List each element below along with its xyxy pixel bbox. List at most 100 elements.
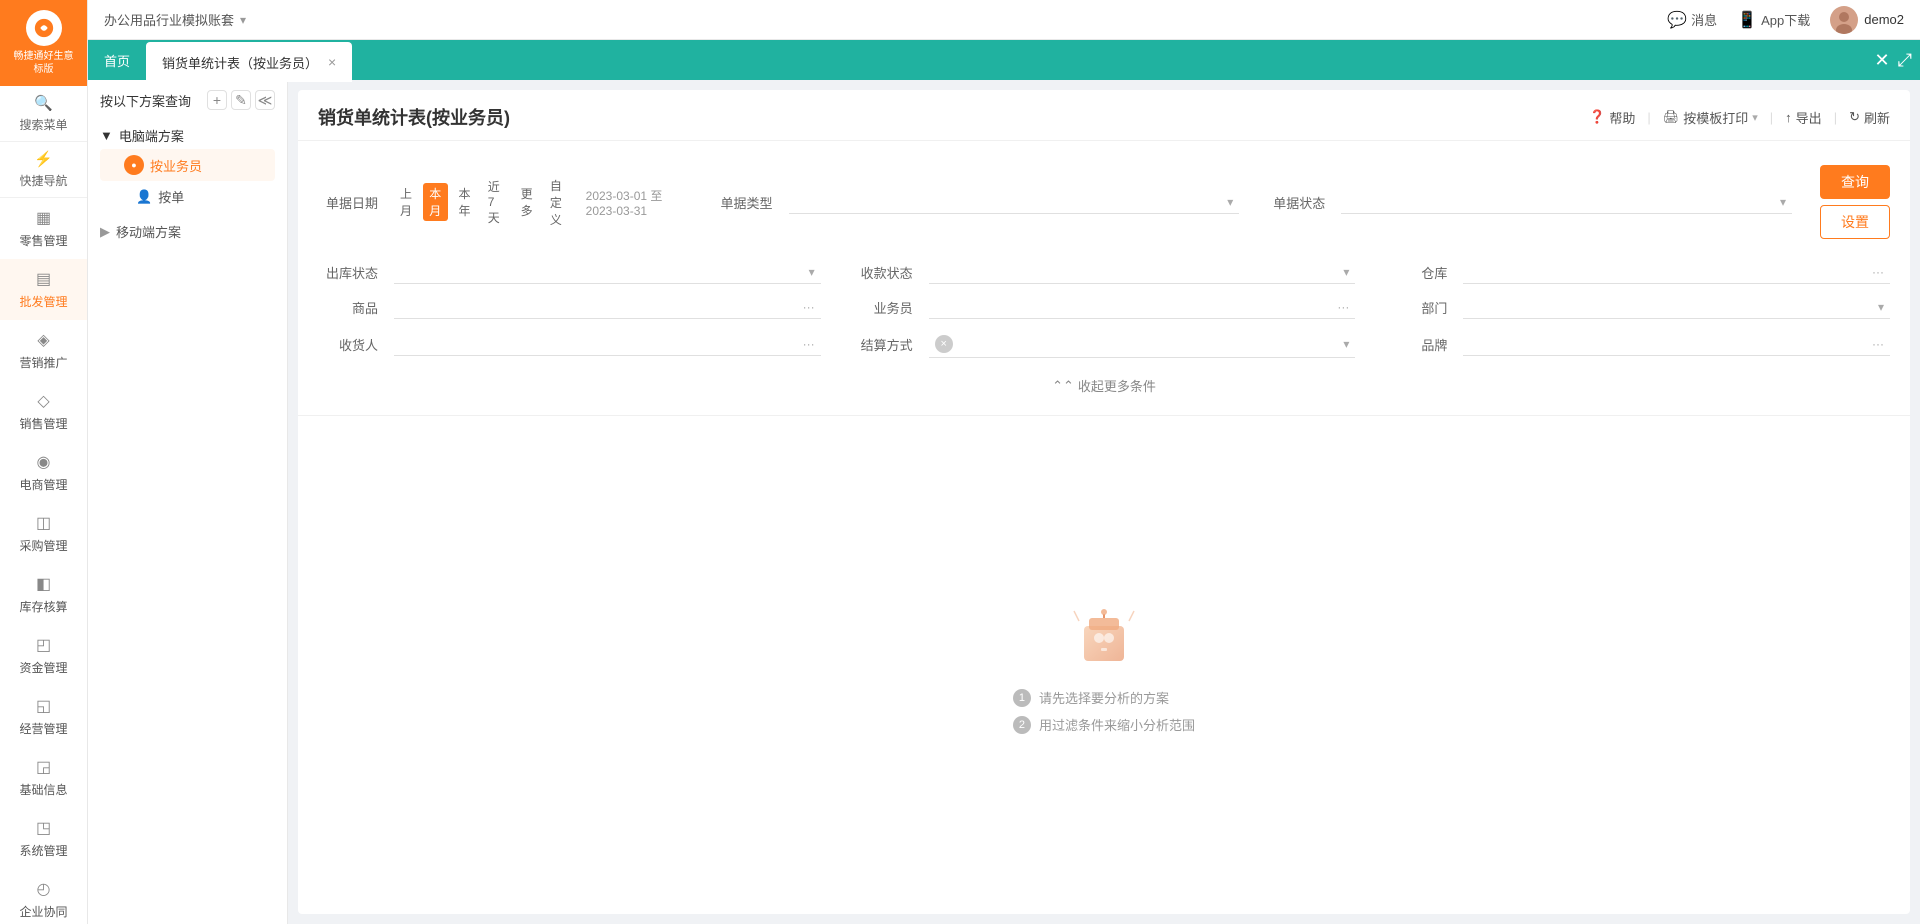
collapse-icon: ≪ xyxy=(258,92,273,109)
payment-select[interactable]: × ▾ xyxy=(929,331,1356,358)
date-tab-custom[interactable]: 自定义 xyxy=(544,175,576,230)
left-panel-title: 按以下方案查询 xyxy=(100,91,191,110)
goods-label: 商品 xyxy=(318,298,378,317)
message-button[interactable]: 💬 消息 xyxy=(1667,10,1717,30)
sidebar-item-enterprise[interactable]: ◴ 企业协同 xyxy=(0,869,87,924)
tab-maximize-icon[interactable]: ⤢ xyxy=(1898,50,1912,71)
staff-select[interactable]: ··· xyxy=(929,296,1356,319)
hint-num-2: 2 xyxy=(1013,716,1031,734)
mobile-schema-label: 移动端方案 xyxy=(116,222,181,241)
refresh-button[interactable]: ↻ 刷新 xyxy=(1849,108,1890,127)
receiver-label: 收货人 xyxy=(318,335,378,354)
help-button[interactable]: ❓ 帮助 xyxy=(1589,108,1635,127)
topbar-right: 💬 消息 📱 App下载 demo2 xyxy=(1667,6,1904,34)
app-icon: 📱 xyxy=(1737,10,1757,30)
sidebar-item-inventory[interactable]: ◧ 库存核算 xyxy=(0,564,87,625)
sidebar-label-retail: 零售管理 xyxy=(19,232,67,249)
sidebar-logo[interactable]: 畅捷通好生意 标版 xyxy=(0,0,87,86)
date-tab-7days[interactable]: 近7天 xyxy=(482,176,511,228)
status-select[interactable]: ▾ xyxy=(1341,191,1792,214)
refresh-label: 刷新 xyxy=(1864,108,1890,127)
sidebar-item-finance[interactable]: ◰ 资金管理 xyxy=(0,625,87,686)
help-icon: ❓ xyxy=(1589,109,1605,125)
pay-status-select[interactable]: ▾ xyxy=(929,261,1356,284)
desktop-schema-header[interactable]: ▼ 电脑端方案 xyxy=(100,122,275,149)
payment-clear-icon[interactable]: × xyxy=(935,335,953,353)
receiver-select[interactable]: ··· xyxy=(394,333,821,356)
sidebar-search-label: 搜索菜单 xyxy=(19,116,67,133)
app-download-button[interactable]: 📱 App下载 xyxy=(1737,10,1810,30)
out-status-select[interactable]: ▾ xyxy=(394,261,821,284)
goods-select[interactable]: ··· xyxy=(394,296,821,319)
empty-illustration xyxy=(1064,596,1144,676)
sidebar-item-system[interactable]: ◳ 系统管理 xyxy=(0,808,87,869)
filter-row-3: 商品 ··· 业务员 ··· 部门 ▾ xyxy=(318,296,1890,319)
sidebar-search[interactable]: 🔍 搜索菜单 xyxy=(0,86,87,142)
user-menu[interactable]: demo2 xyxy=(1830,6,1904,34)
sidebar-item-sales[interactable]: ◇ 销售管理 xyxy=(0,381,87,442)
brand-more-icon[interactable]: ··· xyxy=(1872,337,1884,351)
print-button[interactable]: 🖨 按模板打印 ▾ xyxy=(1663,108,1758,127)
pay-arrow-icon: ▾ xyxy=(1343,265,1349,279)
refresh-icon: ↻ xyxy=(1849,109,1860,125)
sidebar-icon-operation: ◱ xyxy=(34,696,54,716)
sidebar-item-wholesale[interactable]: ▤ 批发管理 xyxy=(0,259,87,320)
sidebar: 畅捷通好生意 标版 🔍 搜索菜单 ⚡ 快捷导航 ▦ 零售管理 ▤ 批发管理 ◈ … xyxy=(0,0,88,924)
sidebar-item-purchase[interactable]: ◫ 采购管理 xyxy=(0,503,87,564)
sidebar-label-finance: 资金管理 xyxy=(19,659,67,676)
tab-close-window-icon[interactable]: ✕ xyxy=(1875,50,1890,71)
topbar-arrow-icon[interactable]: ▾ xyxy=(240,13,246,27)
sidebar-menu: ▦ 零售管理 ▤ 批发管理 ◈ 营销推广 ◇ 销售管理 ◉ 电商管理 ◫ 采购管… xyxy=(0,198,87,924)
collapse-button[interactable]: ⌃⌃ 收起更多条件 xyxy=(318,370,1890,401)
sidebar-icon-basic: ◲ xyxy=(34,757,54,777)
sidebar-icon-enterprise: ◴ xyxy=(34,879,54,899)
dept-select[interactable]: ▾ xyxy=(1463,296,1890,319)
edit-icon: ✎ xyxy=(235,92,247,109)
payment-arrow-icon: ▾ xyxy=(1343,337,1349,351)
export-icon: ↑ xyxy=(1785,110,1792,125)
search-button[interactable]: 查询 xyxy=(1820,165,1890,199)
receiver-more-icon[interactable]: ··· xyxy=(803,337,815,351)
collapse-panel-button[interactable]: ≪ xyxy=(255,90,275,110)
warehouse-select[interactable]: ··· xyxy=(1463,261,1890,284)
page-content: 按以下方案查询 + ✎ ≪ ▼ 电脑端方案 xyxy=(88,80,1920,924)
sidebar-item-operation[interactable]: ◱ 经营管理 xyxy=(0,686,87,747)
empty-hint-2: 2 用过滤条件来缩小分析范围 xyxy=(1013,715,1195,734)
date-tab-this-year[interactable]: 本年 xyxy=(452,183,477,221)
sidebar-label-system: 系统管理 xyxy=(19,842,67,859)
date-tab-this-month[interactable]: 本月 xyxy=(423,183,448,221)
sidebar-item-basic[interactable]: ◲ 基础信息 xyxy=(0,747,87,808)
schema-item-by-staff[interactable]: ● 按业务员 xyxy=(100,149,275,181)
edit-schema-button[interactable]: ✎ xyxy=(231,90,251,110)
tab-home-label: 首页 xyxy=(104,51,130,70)
filter-row-2: 出库状态 ▾ 收款状态 ▾ 仓库 ··· xyxy=(318,261,1890,284)
divider2: | xyxy=(1770,110,1773,125)
type-select[interactable]: ▾ xyxy=(789,191,1240,214)
filter-row-1: 单据日期 上月 本月 本年 近7天 更多 自定义 2023-03-01 至 20… xyxy=(318,155,1890,249)
status-label: 单据状态 xyxy=(1255,193,1325,212)
staff-label: 业务员 xyxy=(853,298,913,317)
brand-select[interactable]: ··· xyxy=(1463,333,1890,356)
tab-sales-stat-label: 销货单统计表（按业务员） xyxy=(162,53,318,72)
sidebar-shortcut[interactable]: ⚡ 快捷导航 xyxy=(0,142,87,198)
sidebar-item-ecom[interactable]: ◉ 电商管理 xyxy=(0,442,87,503)
mobile-schema-section[interactable]: ▶ 移动端方案 xyxy=(88,216,287,247)
mobile-arrow-icon: ▶ xyxy=(100,224,110,240)
sidebar-item-retail[interactable]: ▦ 零售管理 xyxy=(0,198,87,259)
tab-home[interactable]: 首页 xyxy=(88,40,146,80)
status-arrow-icon: ▾ xyxy=(1780,195,1786,209)
add-schema-button[interactable]: + xyxy=(207,90,227,110)
schema-item-by-order[interactable]: 👤 按单 xyxy=(100,181,275,212)
settings-button[interactable]: 设置 xyxy=(1820,205,1890,239)
tab-close-icon[interactable]: × xyxy=(328,54,336,70)
goods-more-icon[interactable]: ··· xyxy=(803,300,815,314)
warehouse-more-icon[interactable]: ··· xyxy=(1872,265,1884,279)
right-content: 销货单统计表(按业务员) ❓ 帮助 | 🖨 按模板打印 ▾ | ↑ xyxy=(298,90,1910,914)
sidebar-item-marketing[interactable]: ◈ 营销推广 xyxy=(0,320,87,381)
staff-more-icon[interactable]: ··· xyxy=(1337,300,1349,314)
date-tab-more[interactable]: 更多 xyxy=(515,183,540,221)
date-tab-last-month[interactable]: 上月 xyxy=(394,183,419,221)
empty-hints: 1 请先选择要分析的方案 2 用过滤条件来缩小分析范围 xyxy=(1013,688,1195,734)
tab-sales-stat[interactable]: 销货单统计表（按业务员） × xyxy=(146,42,352,82)
export-button[interactable]: ↑ 导出 xyxy=(1785,108,1822,127)
